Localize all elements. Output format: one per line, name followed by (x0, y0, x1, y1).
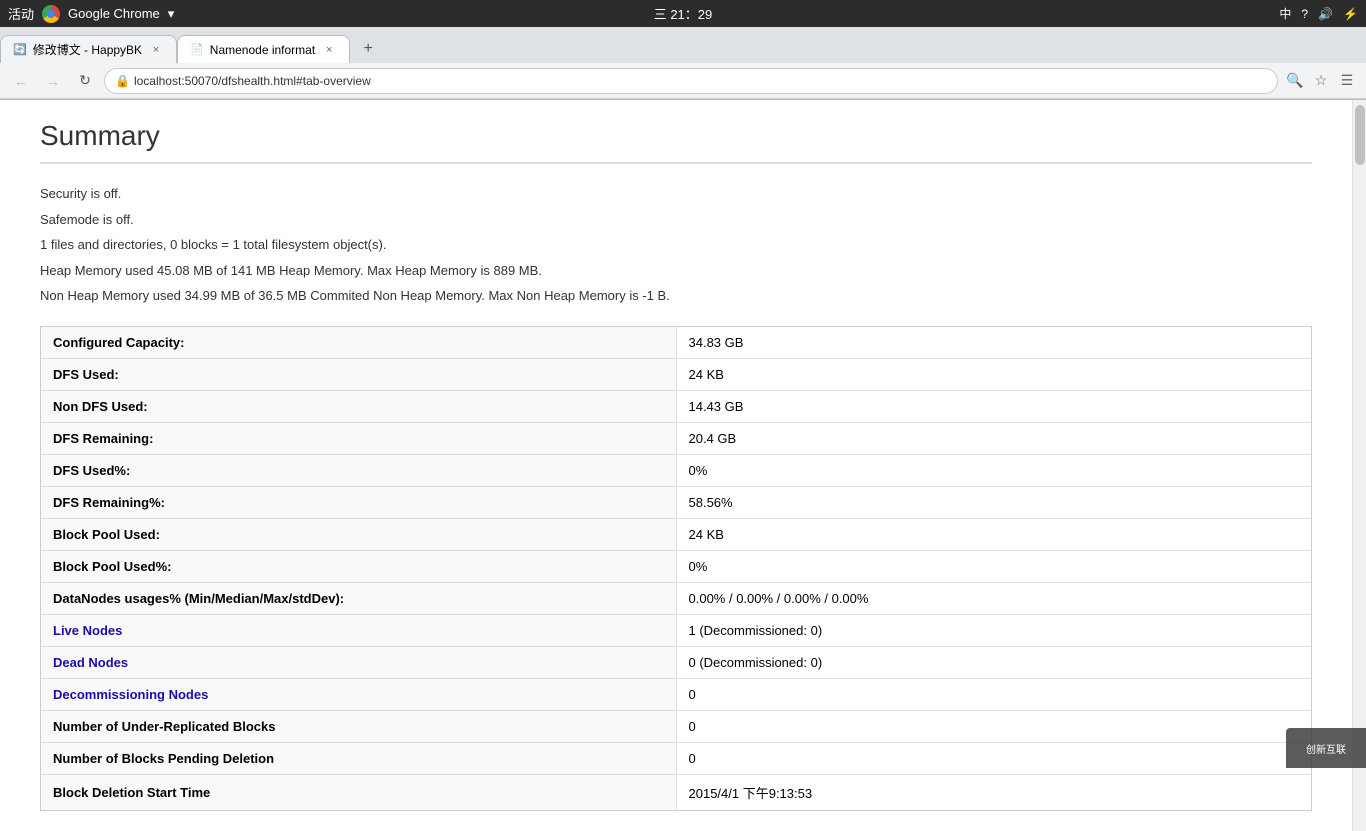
table-cell-value: 34.83 GB (676, 326, 1312, 358)
page-container: Summary Security is off. Safemode is off… (0, 100, 1366, 831)
lock-icon: 🔒 (115, 74, 130, 88)
lang-indicator[interactable]: 中 (1279, 5, 1291, 22)
table-cell-value: 0 (676, 678, 1312, 710)
browser-chrome: 🔄 修改博文 - HappyBK × 📄 Namenode informat ×… (0, 27, 1366, 100)
url-bar[interactable]: 🔒 localhost:50070/dfshealth.html#tab-ove… (104, 68, 1278, 94)
table-cell-value: 24 KB (676, 358, 1312, 390)
info-nonheap: Non Heap Memory used 34.99 MB of 36.5 MB… (40, 286, 1312, 306)
table-cell-value: 14.43 GB (676, 390, 1312, 422)
summary-table: Configured Capacity:34.83 GBDFS Used:24 … (40, 326, 1312, 811)
tab-icon-happybk: 🔄 (13, 43, 27, 56)
table-cell-value: 0 (676, 710, 1312, 742)
tab-label-happybk: 修改博文 - HappyBK (33, 41, 142, 58)
power-icon[interactable]: ⚡ (1343, 7, 1358, 21)
tab-label-namenode: Namenode informat (210, 43, 315, 57)
tab-close-happybk[interactable]: × (148, 42, 164, 58)
table-cell-label: DFS Remaining%: (41, 486, 677, 518)
table-row: DFS Used:24 KB (41, 358, 1312, 390)
table-row: Number of Blocks Pending Deletion0 (41, 742, 1312, 774)
info-heap: Heap Memory used 45.08 MB of 141 MB Heap… (40, 261, 1312, 281)
address-bar: ← → ↻ 🔒 localhost:50070/dfshealth.html#t… (0, 63, 1366, 99)
table-row: Block Pool Used:24 KB (41, 518, 1312, 550)
table-cell-value: 0.00% / 0.00% / 0.00% / 0.00% (676, 582, 1312, 614)
activities-label[interactable]: 活动 (8, 4, 34, 23)
table-cell-label-link[interactable]: Live Nodes (53, 623, 122, 638)
os-bar-left: 活动 Google Chrome ▾ (8, 4, 458, 23)
os-bar: 活动 Google Chrome ▾ 三 21：29 中 ? 🔊 ⚡ (0, 0, 1366, 27)
clock: 三 21：29 (654, 7, 713, 22)
tab-happybk[interactable]: 🔄 修改博文 - HappyBK × (0, 35, 177, 63)
table-cell-label: Block Deletion Start Time (41, 774, 677, 810)
table-row: DFS Remaining%:58.56% (41, 486, 1312, 518)
back-button[interactable]: ← (8, 68, 34, 94)
table-row: Number of Under-Replicated Blocks0 (41, 710, 1312, 742)
table-cell-value: 0% (676, 454, 1312, 486)
table-row: DataNodes usages% (Min/Median/Max/stdDev… (41, 582, 1312, 614)
new-tab-button[interactable]: + (354, 35, 382, 63)
table-row: Decommissioning Nodes 0 (41, 678, 1312, 710)
chrome-icon (42, 5, 60, 23)
help-icon[interactable]: ? (1301, 7, 1308, 21)
table-cell-value: 0% (676, 550, 1312, 582)
info-files: 1 files and directories, 0 blocks = 1 to… (40, 235, 1312, 255)
table-row: Non DFS Used:14.43 GB (41, 390, 1312, 422)
table-row: Block Pool Used%:0% (41, 550, 1312, 582)
table-cell-label: DFS Remaining: (41, 422, 677, 454)
table-cell-value: 0 (676, 742, 1312, 774)
search-icon[interactable]: 🔍 (1284, 70, 1306, 92)
tab-namenode[interactable]: 📄 Namenode informat × (177, 35, 350, 63)
volume-icon[interactable]: 🔊 (1318, 7, 1333, 21)
table-cell-label: Number of Under-Replicated Blocks (41, 710, 677, 742)
dropdown-arrow[interactable]: ▾ (168, 6, 175, 22)
tab-icon-namenode: 📄 (190, 43, 204, 56)
table-cell-label: Configured Capacity: (41, 326, 677, 358)
table-row: Dead Nodes 0 (Decommissioned: 0) (41, 646, 1312, 678)
table-row: Configured Capacity:34.83 GB (41, 326, 1312, 358)
page-title: Summary (40, 120, 1312, 164)
table-row: DFS Used%:0% (41, 454, 1312, 486)
menu-icon[interactable]: ☰ (1336, 70, 1358, 92)
os-bar-center: 三 21：29 (458, 4, 908, 23)
table-cell-value: 20.4 GB (676, 422, 1312, 454)
browser-name: Google Chrome (68, 6, 160, 21)
table-cell-label: DFS Used%: (41, 454, 677, 486)
info-security: Security is off. (40, 184, 1312, 204)
table-cell-label: Non DFS Used: (41, 390, 677, 422)
scrollbar-thumb[interactable] (1355, 105, 1365, 165)
table-cell-value: 58.56% (676, 486, 1312, 518)
tabs-bar: 🔄 修改博文 - HappyBK × 📄 Namenode informat ×… (0, 27, 1366, 63)
table-cell-label-link[interactable]: Dead Nodes (53, 655, 128, 670)
table-cell-value: 24 KB (676, 518, 1312, 550)
table-row: Live Nodes 1 (Decommissioned: 0) (41, 614, 1312, 646)
bookmark-icon[interactable]: ☆ (1310, 70, 1332, 92)
table-cell-value: 1 (Decommissioned: 0) (676, 614, 1312, 646)
table-cell-value: 2015/4/1 下午9:13:53 (676, 774, 1312, 810)
table-cell-label: Number of Blocks Pending Deletion (41, 742, 677, 774)
table-row: Block Deletion Start Time2015/4/1 下午9:13… (41, 774, 1312, 810)
info-safemode: Safemode is off. (40, 210, 1312, 230)
table-cell-label-link[interactable]: Decommissioning Nodes (53, 687, 208, 702)
page-content: Summary Security is off. Safemode is off… (0, 100, 1352, 831)
table-cell-label: DataNodes usages% (Min/Median/Max/stdDev… (41, 582, 677, 614)
address-right: 🔍 ☆ ☰ (1284, 70, 1358, 92)
table-cell-label: Block Pool Used: (41, 518, 677, 550)
forward-button[interactable]: → (40, 68, 66, 94)
table-row: DFS Remaining:20.4 GB (41, 422, 1312, 454)
os-bar-right: 中 ? 🔊 ⚡ (908, 5, 1358, 22)
tab-close-namenode[interactable]: × (321, 42, 337, 58)
table-cell-label: Block Pool Used%: (41, 550, 677, 582)
table-cell-label: DFS Used: (41, 358, 677, 390)
reload-button[interactable]: ↻ (72, 68, 98, 94)
watermark: 创新互联 (1286, 728, 1366, 768)
table-cell-value: 0 (Decommissioned: 0) (676, 646, 1312, 678)
url-text: localhost:50070/dfshealth.html#tab-overv… (134, 74, 1267, 88)
scrollbar-track[interactable] (1352, 100, 1366, 831)
